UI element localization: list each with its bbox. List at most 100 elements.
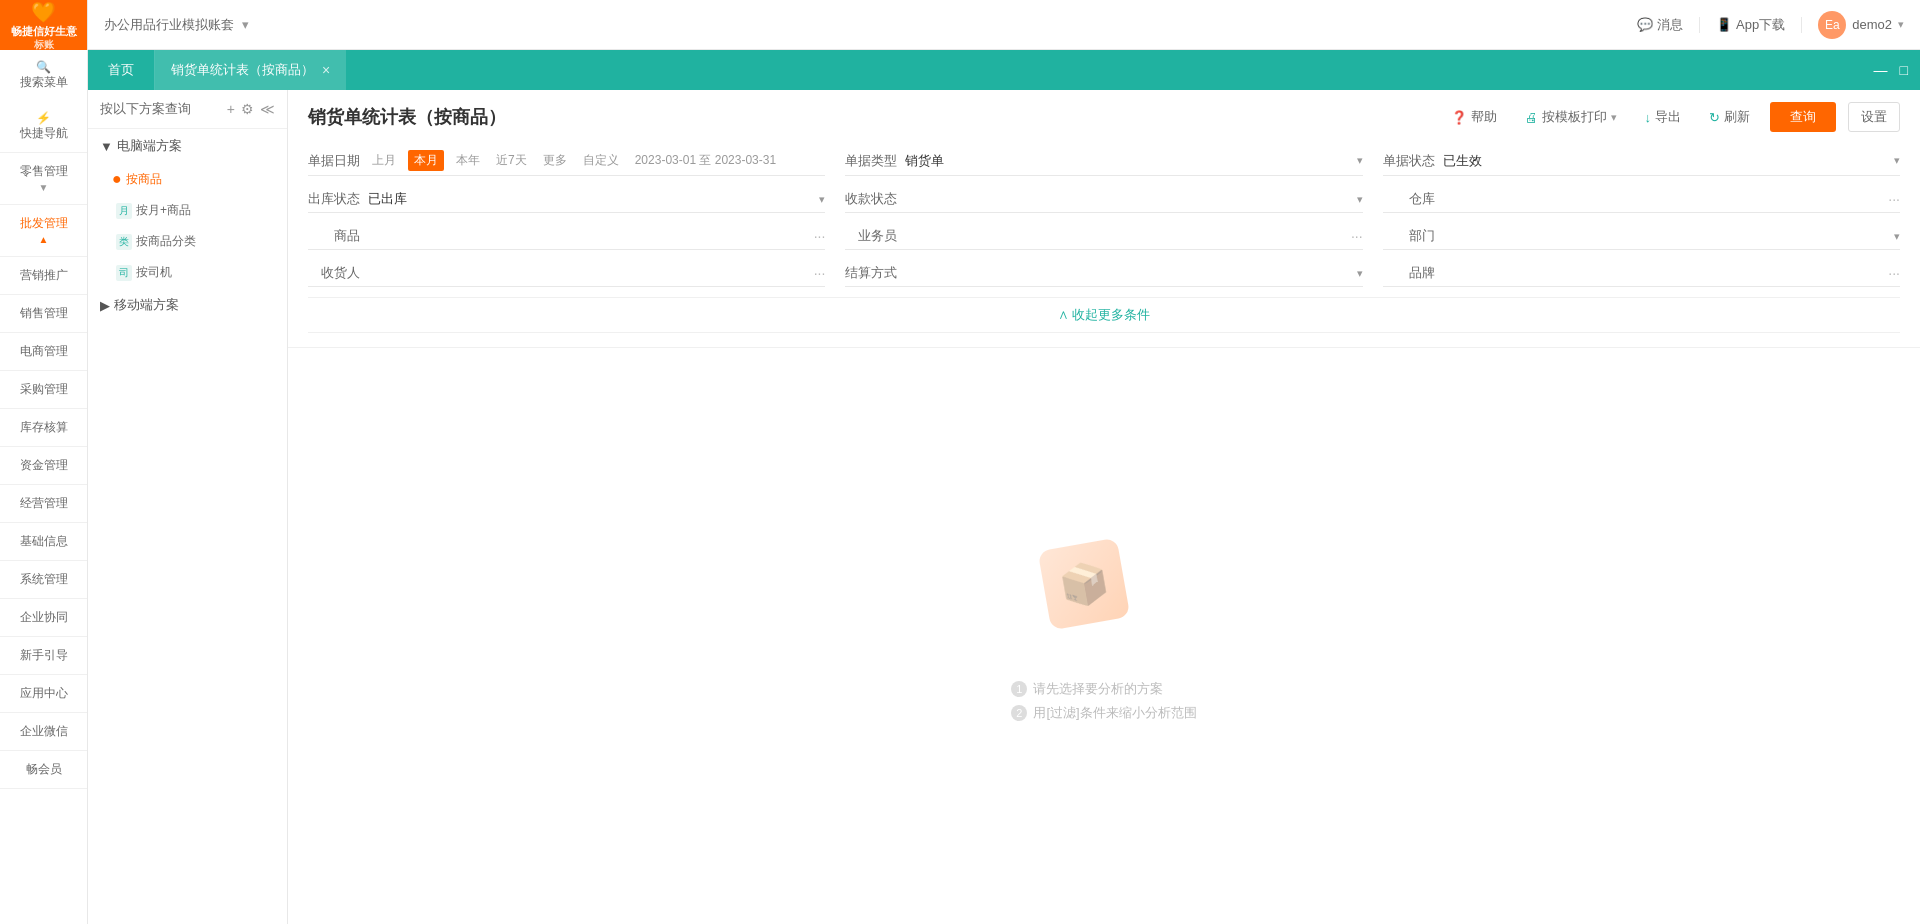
- tab-maximize-btn[interactable]: □: [1896, 58, 1912, 82]
- tab-home[interactable]: 首页: [88, 50, 155, 90]
- refresh-btn[interactable]: ↻ 刷新: [1701, 104, 1758, 130]
- tree-item-by-cashier[interactable]: 司 按司机: [88, 257, 287, 288]
- tree-group-pc[interactable]: ▼ 电脑端方案: [88, 129, 287, 163]
- sidebar-item-appstore[interactable]: 应用中心: [0, 675, 87, 713]
- filter-receiver: 收货人 ···: [308, 260, 825, 287]
- active-tab-label: 销货单统计表（按商品）: [171, 61, 314, 79]
- empty-hint-2: 2 用[过滤]条件来缩小分析范围: [1011, 704, 1196, 722]
- export-btn[interactable]: ↓ 导出: [1637, 104, 1690, 130]
- message-btn[interactable]: 💬 消息: [1637, 16, 1683, 34]
- dept-dropdown[interactable]: ▾: [1894, 230, 1900, 243]
- sidebar-item-basic[interactable]: 基础信息: [0, 523, 87, 561]
- tree-item-by-category[interactable]: 类 按商品分类: [88, 226, 287, 257]
- app-download-btn[interactable]: 📱 App下载: [1716, 16, 1785, 34]
- date-this-month[interactable]: 本月: [408, 150, 444, 171]
- warehouse-dots[interactable]: ···: [1888, 191, 1900, 207]
- empty-illustration: 📦: [1044, 544, 1164, 664]
- tab-active[interactable]: 销货单统计表（按商品） ×: [155, 50, 346, 90]
- refresh-label: 刷新: [1724, 108, 1750, 126]
- sidebar-item-member[interactable]: 畅会员: [0, 751, 87, 789]
- header-right: 💬 消息 📱 App下载 Ea demo2 ▾: [1637, 11, 1904, 39]
- header-dropdown-icon[interactable]: ▾: [242, 17, 249, 32]
- sidebar: 🧡 畅捷信好生意 标账 🔍 搜索菜单 ⚡ 快捷导航 零售管理 ▼ 批发管理 ▲ …: [0, 0, 88, 924]
- add-scheme-btn[interactable]: +: [227, 101, 235, 117]
- template-print-label: 按模板打印: [1542, 108, 1607, 126]
- collect-status-dropdown[interactable]: ▾: [1357, 193, 1363, 206]
- salesperson-dots[interactable]: ···: [1351, 228, 1363, 244]
- left-panel-title: 按以下方案查询: [100, 100, 191, 118]
- sidebar-item-quick[interactable]: ⚡ 快捷导航: [0, 101, 87, 153]
- receiver-label: 收货人: [308, 264, 368, 282]
- receiver-dots[interactable]: ···: [814, 265, 826, 281]
- filter-area: 单据日期 上月 本月 本年 近7天 更多 自定义 2023-03-01 至 20…: [288, 132, 1920, 348]
- out-status-value: 已出库 ▾: [368, 190, 825, 208]
- collapse-panel-btn[interactable]: ≪: [260, 101, 275, 117]
- filter-collect-status: 收款状态 ▾: [845, 186, 1362, 213]
- sidebar-retail-label: 零售管理: [4, 163, 83, 180]
- date-more[interactable]: 更多: [539, 150, 571, 171]
- date-this-year[interactable]: 本年: [452, 150, 484, 171]
- settings-btn[interactable]: 设置: [1848, 102, 1900, 132]
- doc-type-display: 销货单: [905, 152, 944, 170]
- top-header: 办公用品行业模拟账套 ▾ 💬 消息 📱 App下载 Ea demo2 ▾: [88, 0, 1920, 50]
- warehouse-value: ···: [1443, 191, 1900, 207]
- date-last-month[interactable]: 上月: [368, 150, 400, 171]
- help-btn[interactable]: ❓ 帮助: [1443, 104, 1505, 130]
- collapse-filters-btn[interactable]: ∧ 收起更多条件: [308, 297, 1900, 333]
- tree-item-by-product[interactable]: ● 按商品: [88, 163, 287, 195]
- sidebar-item-inventory[interactable]: 库存核算: [0, 409, 87, 447]
- retail-expand-icon: ▼: [39, 182, 49, 193]
- tab-close-btn[interactable]: ×: [322, 62, 330, 78]
- doc-type-dropdown[interactable]: ▾: [1357, 154, 1363, 167]
- payment-dropdown[interactable]: ▾: [1357, 267, 1363, 280]
- sidebar-item-corp[interactable]: 企业协同: [0, 599, 87, 637]
- date-custom[interactable]: 自定义: [579, 150, 623, 171]
- date-range-display: 2023-03-01 至 2023-03-31: [635, 152, 776, 169]
- sidebar-item-search[interactable]: 🔍 搜索菜单: [0, 50, 87, 101]
- user-profile[interactable]: Ea demo2 ▾: [1818, 11, 1904, 39]
- tree-group-mobile[interactable]: ▶ 移动端方案: [88, 288, 287, 322]
- print-icon: 🖨: [1525, 110, 1538, 125]
- home-tab-label: 首页: [108, 61, 134, 79]
- template-print-btn[interactable]: 🖨 按模板打印 ▾: [1517, 104, 1625, 130]
- sidebar-item-retail[interactable]: 零售管理 ▼: [0, 153, 87, 205]
- settings-scheme-btn[interactable]: ⚙: [241, 101, 254, 117]
- sidebar-item-ecommerce[interactable]: 电商管理: [0, 333, 87, 371]
- sidebar-item-system[interactable]: 系统管理: [0, 561, 87, 599]
- by-month-label: 按月+商品: [136, 202, 191, 219]
- doc-type-label: 单据类型: [845, 152, 905, 170]
- refresh-icon: ↻: [1709, 110, 1720, 125]
- filter-row-3: 商品 ··· 业务员 ··· 部门: [308, 223, 1900, 250]
- left-panel-header: 按以下方案查询 + ⚙ ≪: [88, 90, 287, 129]
- sidebar-quick-label: 快捷导航: [4, 125, 83, 142]
- app-name: 畅捷信好生意: [11, 25, 77, 38]
- logo-icon: 🧡: [31, 0, 56, 25]
- by-cashier-label: 按司机: [136, 264, 172, 281]
- sidebar-item-newbie[interactable]: 新手引导: [0, 637, 87, 675]
- page-header: 销货单统计表（按商品） ❓ 帮助 🖨 按模板打印 ▾ ↓ 导出: [288, 90, 1920, 132]
- empty-state: 📦 1 请先选择要分析的方案 2 用[过滤]条件来缩小分析范围: [288, 348, 1920, 924]
- date-label: 单据日期: [308, 152, 368, 170]
- tab-minimize-btn[interactable]: —: [1870, 58, 1892, 82]
- brand-dots[interactable]: ···: [1888, 265, 1900, 281]
- sidebar-item-sales[interactable]: 销售管理: [0, 295, 87, 333]
- left-panel: 按以下方案查询 + ⚙ ≪ ▼ 电脑端方案 ● 按商品 月 按月+商品: [88, 90, 288, 924]
- filter-row-2: 出库状态 已出库 ▾ 收款状态 ▾ 仓库: [308, 186, 1900, 213]
- print-dropdown-icon[interactable]: ▾: [1611, 111, 1617, 124]
- sidebar-item-wholesale[interactable]: 批发管理 ▲: [0, 205, 87, 257]
- query-btn[interactable]: 查询: [1770, 102, 1836, 132]
- sidebar-item-marketing[interactable]: 营销推广: [0, 257, 87, 295]
- product-label: 商品: [308, 227, 368, 245]
- tree-item-by-month-product[interactable]: 月 按月+商品: [88, 195, 287, 226]
- date-7days[interactable]: 近7天: [492, 150, 531, 171]
- date-picker: 上月 本月 本年 近7天 更多 自定义 2023-03-01 至 2023-03…: [368, 150, 776, 171]
- filter-dept: 部门 ▾: [1383, 223, 1900, 250]
- product-dots[interactable]: ···: [814, 228, 826, 244]
- sidebar-item-purchase[interactable]: 采购管理: [0, 371, 87, 409]
- out-status-dropdown[interactable]: ▾: [819, 193, 825, 206]
- empty-box-icon: 📦: [1038, 538, 1131, 631]
- doc-status-dropdown[interactable]: ▾: [1894, 154, 1900, 167]
- sidebar-item-wechat[interactable]: 企业微信: [0, 713, 87, 751]
- sidebar-item-finance[interactable]: 资金管理: [0, 447, 87, 485]
- sidebar-item-operation[interactable]: 经营管理: [0, 485, 87, 523]
